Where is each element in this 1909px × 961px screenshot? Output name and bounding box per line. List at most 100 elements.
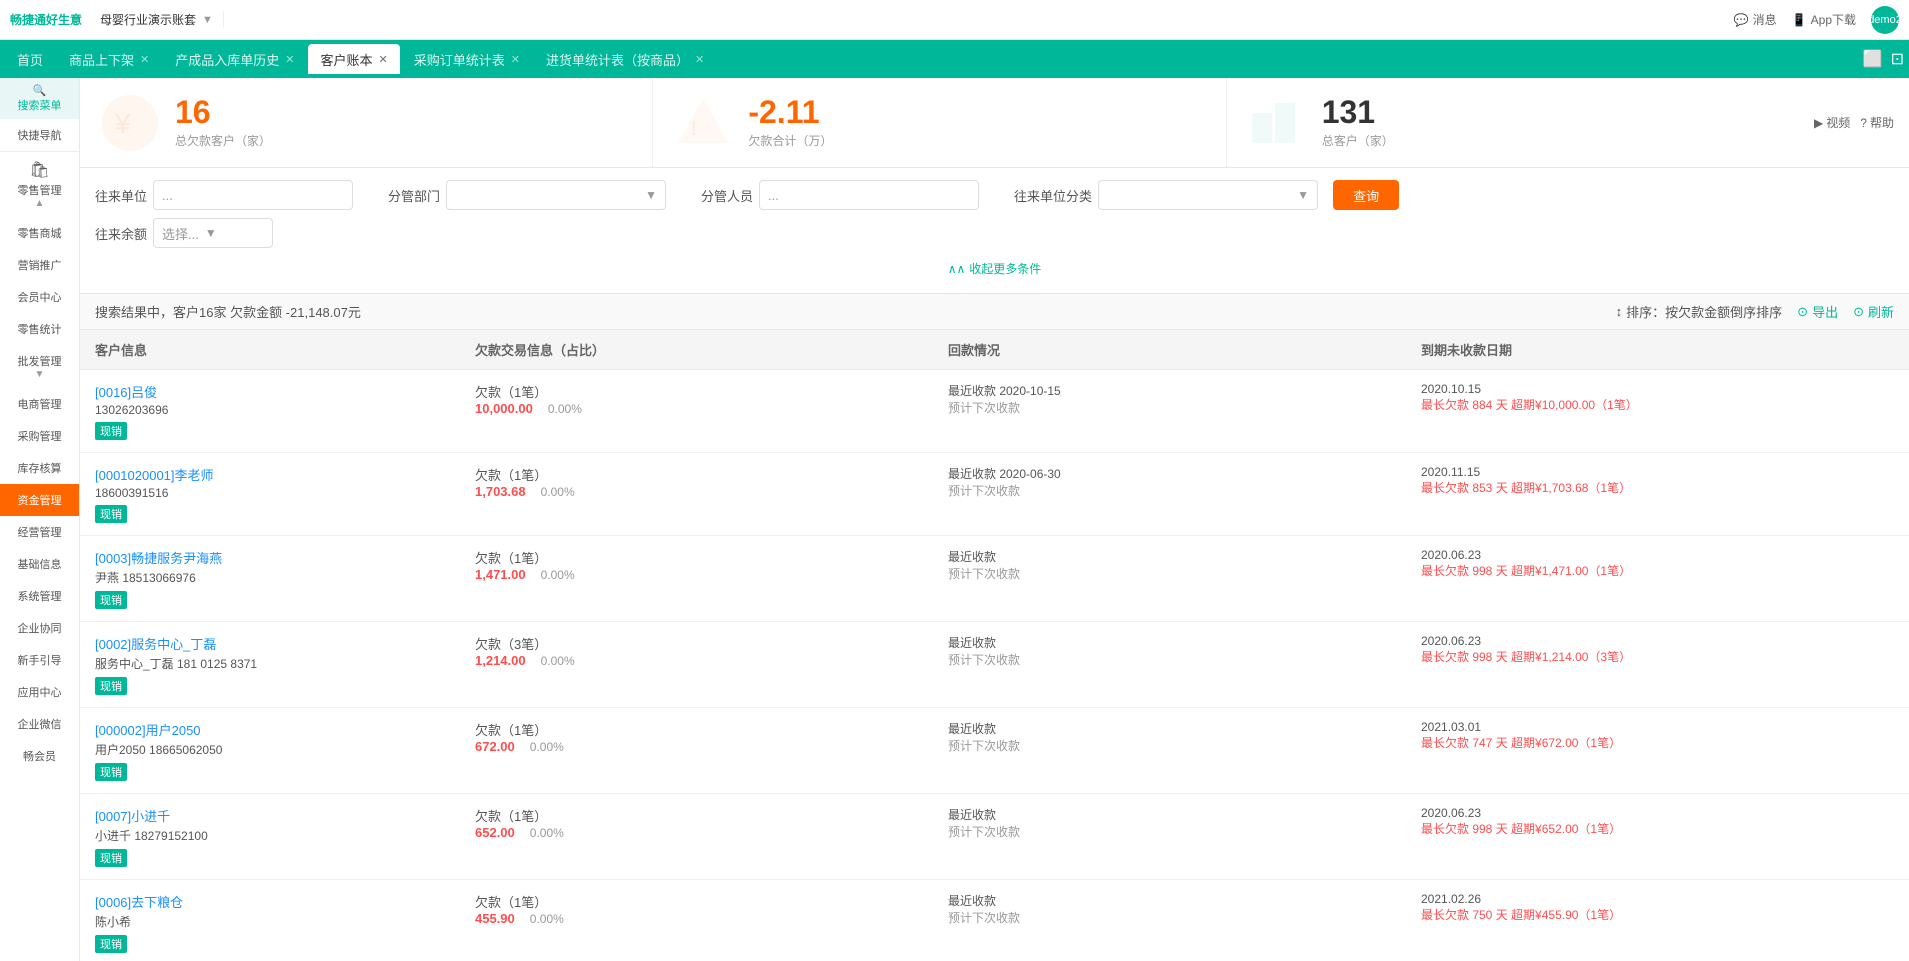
- customer-name-link[interactable]: [0003]畅捷服务尹海燕: [95, 551, 222, 566]
- export-icon: ⊙: [1797, 304, 1808, 320]
- col-debt-info: 欠款交易信息（占比）: [475, 340, 948, 359]
- sort-icon: ↕: [1616, 304, 1623, 319]
- sidebar-item-retail-mall[interactable]: 零售商城: [0, 217, 79, 249]
- dept-dropdown[interactable]: ▼: [446, 180, 666, 210]
- sidebar-item-inventory[interactable]: 库存核算: [0, 452, 79, 484]
- tab-minimize-icon[interactable]: ⬜: [1863, 49, 1883, 69]
- help-icon: ?: [1860, 116, 1867, 130]
- download-icon: 📱: [1792, 13, 1807, 27]
- sidebar-item-purchase[interactable]: 采购管理: [0, 420, 79, 452]
- table-row: [0002]服务中心_丁磊 服务中心_丁磊 181 0125 8371 现销 欠…: [80, 622, 1909, 708]
- total-customers-number: 131: [1322, 96, 1394, 128]
- vendor-input[interactable]: ...: [153, 180, 353, 210]
- sidebar-item-enterprise-wechat[interactable]: 企业微信: [0, 708, 79, 740]
- tab-customer-account[interactable]: 客户账本 ✕: [308, 44, 399, 74]
- vendor-category-dropdown[interactable]: ▼: [1098, 180, 1318, 210]
- customer-tag: 现销: [95, 763, 127, 781]
- search-icon: 🔍: [33, 85, 47, 97]
- debt-total-number: -2.11: [748, 96, 832, 128]
- balance-select[interactable]: 选择... ▼: [153, 218, 273, 248]
- due-date-cell: 2020.06.23 最长欠款 998 天 超期¥652.00（1笔）: [1421, 806, 1894, 837]
- manager-input[interactable]: ...: [759, 180, 979, 210]
- sidebar-item-retail-stats[interactable]: 零售统计: [0, 313, 79, 345]
- vendor-label: 往来单位: [95, 186, 147, 205]
- refresh-button[interactable]: ⊙ 刷新: [1853, 302, 1894, 321]
- customer-name-link[interactable]: [0002]服务中心_丁磊: [95, 637, 216, 652]
- overdue-amount-link[interactable]: 超期¥1,214.00（3笔）: [1511, 650, 1631, 664]
- overdue-amount-link[interactable]: 超期¥672.00（1笔）: [1511, 736, 1621, 750]
- vendor-category-label: 往来单位分类: [1014, 186, 1092, 205]
- manager-label: 分管人员: [701, 186, 753, 205]
- store-selector[interactable]: 母婴行业演示账套 ▼: [90, 11, 224, 28]
- avatar[interactable]: demo2: [1871, 6, 1899, 34]
- tab-expand-icon[interactable]: ⊡: [1891, 49, 1904, 69]
- help-button[interactable]: ? 帮助: [1860, 93, 1894, 152]
- app-download-button[interactable]: 📱 App下载: [1792, 11, 1856, 28]
- recovery-cell: 最近收款 预计下次收款: [948, 548, 1421, 582]
- customer-name-link[interactable]: [000002]用户2050: [95, 723, 201, 738]
- table-row: [0001020001]李老师 18600391516 现销 欠款（1笔） 1,…: [80, 453, 1909, 536]
- debt-customers-icon: ¥: [100, 93, 160, 153]
- sidebar-item-ecommerce[interactable]: 电商管理: [0, 388, 79, 420]
- sidebar-item-wholesale-mgmt[interactable]: 批发管理 ▼: [0, 345, 79, 388]
- sidebar-item-retail-mgmt[interactable]: 🛍 零售管理 ▲: [0, 152, 79, 217]
- customer-name-link[interactable]: [0007]小进千: [95, 809, 170, 824]
- sidebar-item-marketing[interactable]: 营销推广: [0, 249, 79, 281]
- customer-name-link[interactable]: [0016]吕俊: [95, 385, 157, 400]
- sidebar-item-enterprise[interactable]: 企业协同: [0, 612, 79, 644]
- total-customers-icon: [1247, 93, 1307, 153]
- sidebar-item-operations[interactable]: 经营管理: [0, 516, 79, 548]
- sidebar-item-app-center[interactable]: 应用中心: [0, 676, 79, 708]
- tab-close-icon[interactable]: ✕: [285, 53, 294, 66]
- overdue-amount-link[interactable]: 超期¥1,471.00（1笔）: [1511, 564, 1631, 578]
- sidebar-item-chang-member[interactable]: 畅会员: [0, 740, 79, 772]
- overdue-amount-link[interactable]: 超期¥455.90（1笔）: [1511, 908, 1621, 922]
- results-bar: 搜索结果中，客户16家 欠款金额 -21,148.07元 ↕ 排序：按欠款金额倒…: [80, 294, 1909, 330]
- customer-name-link[interactable]: [0006]去下粮仓: [95, 895, 183, 910]
- due-date-cell: 2020.06.23 最长欠款 998 天 超期¥1,471.00（1笔）: [1421, 548, 1894, 579]
- tab-close-icon[interactable]: ✕: [511, 53, 520, 66]
- customer-tag: 现销: [95, 505, 127, 523]
- tab-close-icon[interactable]: ✕: [140, 53, 149, 66]
- dept-label: 分管部门: [388, 186, 440, 205]
- sort-button[interactable]: ↕ 排序：按欠款金额倒序排序: [1616, 302, 1783, 321]
- due-date-cell: 2021.02.26 最长欠款 750 天 超期¥455.90（1笔）: [1421, 892, 1894, 923]
- col-customer-info: 客户信息: [95, 340, 475, 359]
- collapse-button[interactable]: ∧∧ 收起更多条件: [95, 256, 1894, 281]
- debt-info-cell: 欠款（1笔） 455.90 0.00%: [475, 892, 948, 926]
- customer-phone: 用户2050 18665062050: [95, 741, 475, 758]
- tab-close-icon[interactable]: ✕: [379, 53, 388, 66]
- overdue-amount-link[interactable]: 超期¥652.00（1笔）: [1511, 822, 1621, 836]
- sidebar-item-system[interactable]: 系统管理: [0, 580, 79, 612]
- sidebar-item-basic-info[interactable]: 基础信息: [0, 548, 79, 580]
- overdue-amount-link[interactable]: 超期¥10,000.00（1笔）: [1511, 398, 1638, 412]
- tab-production[interactable]: 产成品入库单历史 ✕: [163, 44, 306, 74]
- video-help-button[interactable]: ▶ 视频: [1814, 93, 1850, 152]
- customer-info-cell: [0002]服务中心_丁磊 服务中心_丁磊 181 0125 8371 现销: [95, 634, 475, 695]
- due-date-cell: 2020.11.15 最长欠款 853 天 超期¥1,703.68（1笔）: [1421, 465, 1894, 496]
- tab-products[interactable]: 商品上下架 ✕: [57, 44, 161, 74]
- overdue-amount-link[interactable]: 超期¥1,703.68（1笔）: [1511, 481, 1631, 495]
- svg-text:!: !: [691, 118, 697, 140]
- debt-info-cell: 欠款（1笔） 1,471.00 0.00%: [475, 548, 948, 582]
- sidebar-quick-nav[interactable]: 快捷导航: [0, 119, 79, 152]
- sidebar-search[interactable]: 🔍 搜索菜单: [0, 78, 79, 119]
- tab-purchase-stats[interactable]: 进货单统计表（按商品） ✕: [534, 44, 716, 74]
- debt-info-cell: 欠款（3笔） 1,214.00 0.00%: [475, 634, 948, 668]
- customer-info-cell: [0007]小进千 小进千 18279152100 现销: [95, 806, 475, 867]
- tab-home[interactable]: 首页: [5, 44, 55, 74]
- store-chevron-icon: ▼: [202, 14, 213, 26]
- tab-close-icon[interactable]: ✕: [695, 53, 704, 66]
- sidebar-item-newcomer[interactable]: 新手引导: [0, 644, 79, 676]
- sidebar-item-finance[interactable]: 资金管理: [0, 484, 79, 516]
- sidebar-item-member-center[interactable]: 会员中心: [0, 281, 79, 313]
- table-header: 客户信息 欠款交易信息（占比） 回款情况 到期未收款日期: [80, 330, 1909, 370]
- tab-purchase-summary[interactable]: 采购订单统计表 ✕: [402, 44, 532, 74]
- message-button[interactable]: 💬 消息: [1734, 11, 1777, 28]
- table-row: [000002]用户2050 用户2050 18665062050 现销 欠款（…: [80, 708, 1909, 794]
- customer-name-link[interactable]: [0001020001]李老师: [95, 468, 214, 483]
- search-button[interactable]: 查询: [1333, 180, 1399, 210]
- export-button[interactable]: ⊙ 导出: [1797, 302, 1838, 321]
- customer-phone: 小进千 18279152100: [95, 827, 475, 844]
- stat-card-debt-total: ! -2.11 欠款合计（万）: [653, 78, 1226, 167]
